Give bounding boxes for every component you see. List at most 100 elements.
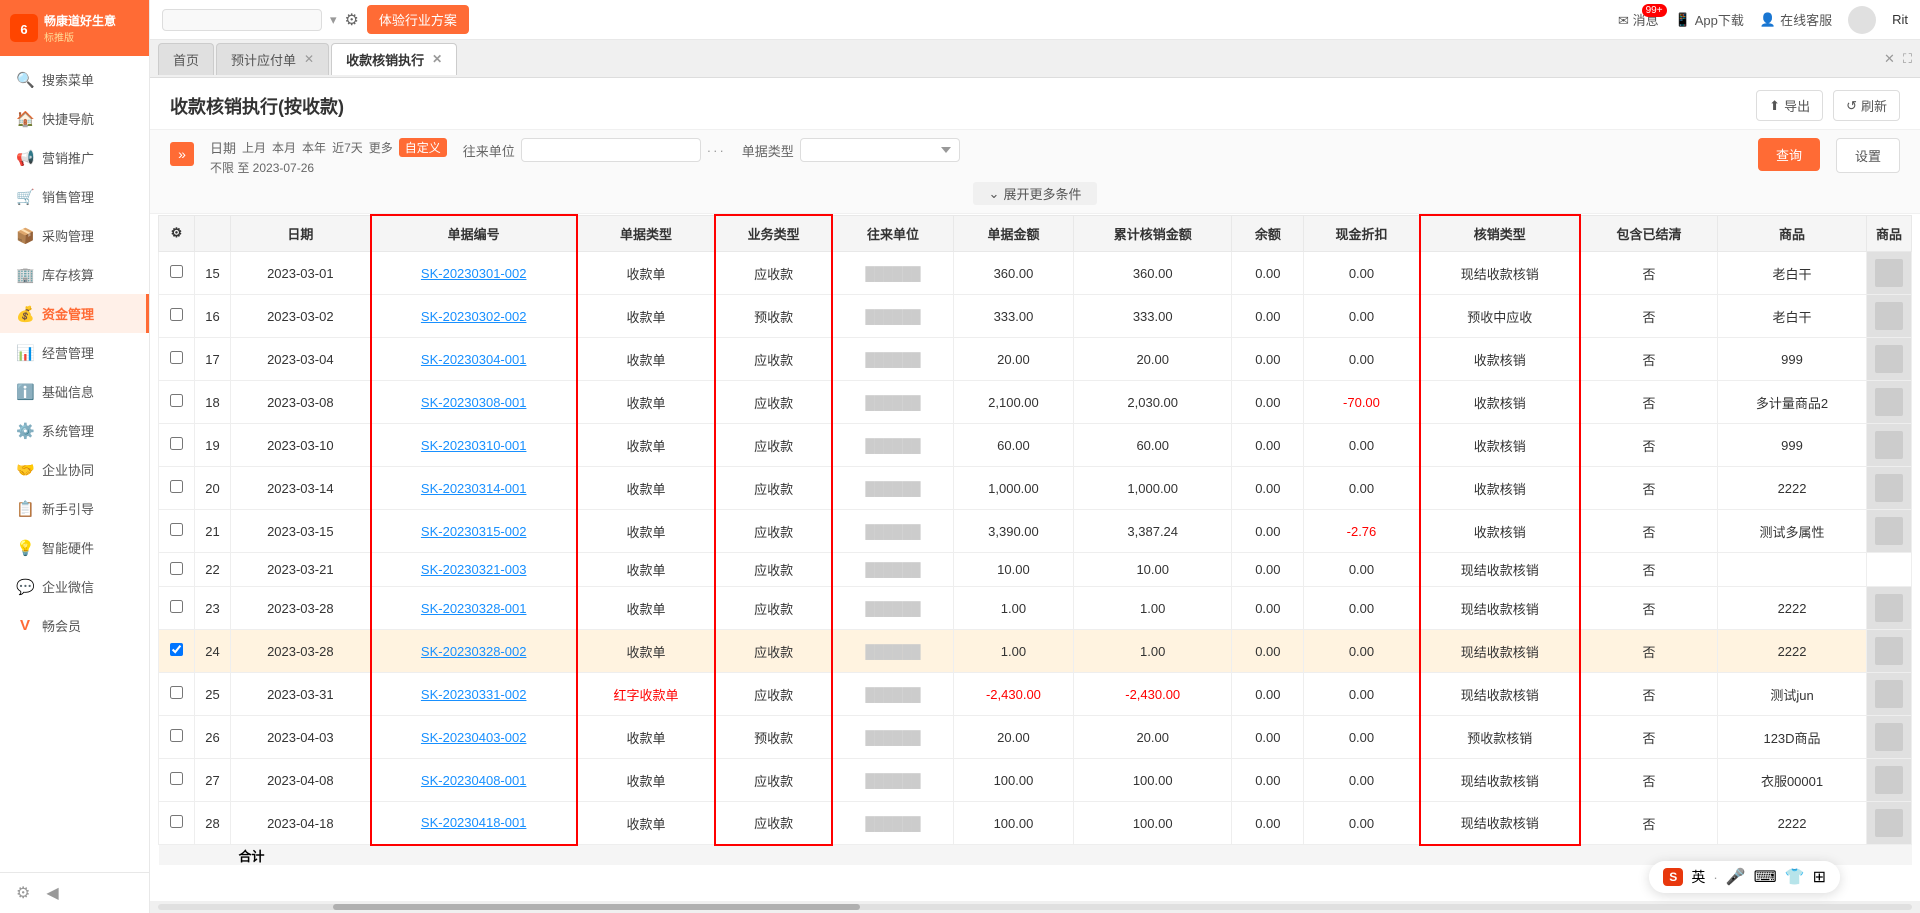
online-service-btn[interactable]: 👤 在线客服 bbox=[1760, 10, 1832, 29]
row-bill-no[interactable]: SK-20230304-001 bbox=[371, 338, 577, 381]
filter-expand-left-btn[interactable]: » bbox=[170, 142, 194, 166]
row-bill-no[interactable]: SK-20230314-001 bbox=[371, 467, 577, 510]
row-checkbox[interactable] bbox=[159, 673, 195, 716]
row-checkbox[interactable] bbox=[159, 759, 195, 802]
sidebar-item-sales[interactable]: 🛒销售管理 bbox=[0, 177, 149, 216]
export-btn[interactable]: ⬆ 导出 bbox=[1756, 90, 1823, 121]
row-checkbox[interactable] bbox=[159, 587, 195, 630]
sidebar-item-basic[interactable]: ℹ️基础信息 bbox=[0, 372, 149, 411]
sidebar-item-inventory[interactable]: 🏢库存核算 bbox=[0, 255, 149, 294]
row-bill-no[interactable]: SK-20230331-002 bbox=[371, 673, 577, 716]
tab-pre-apply[interactable]: 预计应付单 ✕ bbox=[216, 43, 329, 75]
col-partner[interactable]: 往来单位 bbox=[832, 215, 953, 252]
col-product2[interactable]: 商品 bbox=[1867, 215, 1912, 252]
partner-filter-input[interactable] bbox=[521, 138, 701, 162]
row-bill-no[interactable]: SK-20230308-001 bbox=[371, 381, 577, 424]
scroll-thumb[interactable] bbox=[333, 904, 859, 910]
col-discount[interactable]: 现金折扣 bbox=[1304, 215, 1420, 252]
sidebar-item-enterprise[interactable]: 🤝企业协同 bbox=[0, 450, 149, 489]
col-biz-type[interactable]: 业务类型 bbox=[715, 215, 832, 252]
this-year-link[interactable]: 本年 bbox=[302, 139, 326, 156]
col-bill-no[interactable]: 单据编号 bbox=[371, 215, 577, 252]
row-checkbox[interactable] bbox=[159, 338, 195, 381]
sidebar-item-finance[interactable]: 💰资金管理 bbox=[0, 294, 149, 333]
sidebar-item-hardware[interactable]: 💡智能硬件 bbox=[0, 528, 149, 567]
sidebar-item-search[interactable]: 🔍搜索菜单 bbox=[0, 60, 149, 99]
partner-dots[interactable]: ··· bbox=[707, 143, 726, 158]
filter-settings-btn[interactable]: 设置 bbox=[1836, 138, 1900, 173]
col-balance[interactable]: 余额 bbox=[1232, 215, 1304, 252]
row-bill-no[interactable]: SK-20230403-002 bbox=[371, 716, 577, 759]
row-bill-no[interactable]: SK-20230315-002 bbox=[371, 510, 577, 553]
row-checkbox[interactable] bbox=[159, 716, 195, 759]
float-mic-icon[interactable]: 🎤 bbox=[1726, 867, 1746, 887]
row-checkbox[interactable] bbox=[159, 252, 195, 295]
col-date[interactable]: 日期 bbox=[231, 215, 371, 252]
maximize-icon[interactable]: ⛶ bbox=[1903, 51, 1912, 67]
sidebar-item-member[interactable]: V畅会员 bbox=[0, 606, 149, 645]
horizontal-scrollbar[interactable] bbox=[150, 901, 1920, 913]
settings-bottom-icon[interactable]: ⚙ bbox=[16, 883, 30, 903]
refresh-btn[interactable]: ↺ 刷新 bbox=[1833, 90, 1900, 121]
close-tab-icon[interactable]: ✕ bbox=[1884, 51, 1895, 67]
float-logo-btn[interactable]: S bbox=[1663, 868, 1683, 886]
row-checkbox[interactable] bbox=[159, 381, 195, 424]
row-bill-no[interactable]: SK-20230302-002 bbox=[371, 295, 577, 338]
row-bill-no[interactable]: SK-20230328-001 bbox=[371, 587, 577, 630]
float-grid-icon[interactable]: ⊞ bbox=[1813, 867, 1826, 887]
bill-type-select[interactable] bbox=[800, 138, 960, 162]
sidebar-item-quick[interactable]: 🏠快捷导航 bbox=[0, 99, 149, 138]
row-bill-no[interactable]: SK-20230418-001 bbox=[371, 802, 577, 845]
row-checkbox[interactable] bbox=[159, 510, 195, 553]
header-gear-icon[interactable]: ⚙ bbox=[345, 10, 359, 30]
query-btn[interactable]: 查询 bbox=[1758, 138, 1820, 171]
col-cumulative[interactable]: 累计核销金额 bbox=[1073, 215, 1232, 252]
expand-more-btn[interactable]: ⌄ 展开更多条件 bbox=[973, 182, 1098, 205]
col-bill-type[interactable]: 单据类型 bbox=[577, 215, 716, 252]
sidebar-item-system[interactable]: ⚙️系统管理 bbox=[0, 411, 149, 450]
this-month-link[interactable]: 本月 bbox=[272, 139, 296, 156]
last7-link[interactable]: 近7天 bbox=[332, 139, 363, 156]
col-amount[interactable]: 单据金额 bbox=[953, 215, 1073, 252]
tab-collection[interactable]: 收款核销执行 ✕ bbox=[331, 43, 457, 75]
sidebar-item-purchase[interactable]: 📦采购管理 bbox=[0, 216, 149, 255]
row-bill-no[interactable]: SK-20230301-002 bbox=[371, 252, 577, 295]
col-include-cleared[interactable]: 包含已结清 bbox=[1580, 215, 1718, 252]
row-checkbox[interactable] bbox=[159, 424, 195, 467]
col-product[interactable]: 商品 bbox=[1718, 215, 1867, 252]
more-link[interactable]: 更多 bbox=[369, 139, 393, 156]
dropdown-arrow-icon[interactable]: ▾ bbox=[330, 12, 337, 28]
row-date: 2023-03-15 bbox=[231, 510, 371, 553]
app-download-btn[interactable]: 📱 App下载 bbox=[1675, 10, 1744, 29]
last-month-link[interactable]: 上月 bbox=[242, 139, 266, 156]
float-keyboard-icon[interactable]: ⌨ bbox=[1754, 867, 1777, 887]
col-settings[interactable]: ⚙ bbox=[159, 215, 195, 252]
industry-btn[interactable]: 体验行业方案 bbox=[367, 5, 469, 34]
row-checkbox[interactable] bbox=[159, 630, 195, 673]
float-text-icon[interactable]: 英 bbox=[1691, 867, 1705, 887]
row-bill-no[interactable]: SK-20230408-001 bbox=[371, 759, 577, 802]
sidebar-item-wechat[interactable]: 💬企业微信 bbox=[0, 567, 149, 606]
row-amount: -2,430.00 bbox=[953, 673, 1073, 716]
collapse-icon[interactable]: ◀ bbox=[46, 883, 58, 903]
sidebar-item-guide[interactable]: 📋新手引导 bbox=[0, 489, 149, 528]
breadcrumb-input[interactable] bbox=[162, 9, 322, 31]
sidebar-item-operations[interactable]: 📊经营管理 bbox=[0, 333, 149, 372]
row-checkbox[interactable] bbox=[159, 467, 195, 510]
float-shirt-icon[interactable]: 👕 bbox=[1785, 867, 1805, 887]
row-bill-no[interactable]: SK-20230310-001 bbox=[371, 424, 577, 467]
avatar[interactable] bbox=[1848, 6, 1876, 34]
tab-close-pre-apply[interactable]: ✕ bbox=[304, 52, 314, 66]
row-bill-no[interactable]: SK-20230328-002 bbox=[371, 630, 577, 673]
tab-home[interactable]: 首页 bbox=[158, 43, 214, 75]
col-cancel-type[interactable]: 核销类型 bbox=[1420, 215, 1580, 252]
sidebar-item-marketing[interactable]: 📢营销推广 bbox=[0, 138, 149, 177]
row-checkbox[interactable] bbox=[159, 553, 195, 587]
tab-close-collection[interactable]: ✕ bbox=[432, 52, 442, 66]
row-amount: 333.00 bbox=[953, 295, 1073, 338]
row-bill-no[interactable]: SK-20230321-003 bbox=[371, 553, 577, 587]
message-btn[interactable]: ✉ 消息 99+ bbox=[1618, 10, 1659, 29]
row-checkbox[interactable] bbox=[159, 802, 195, 845]
custom-date-btn[interactable]: 自定义 bbox=[399, 138, 447, 157]
row-checkbox[interactable] bbox=[159, 295, 195, 338]
